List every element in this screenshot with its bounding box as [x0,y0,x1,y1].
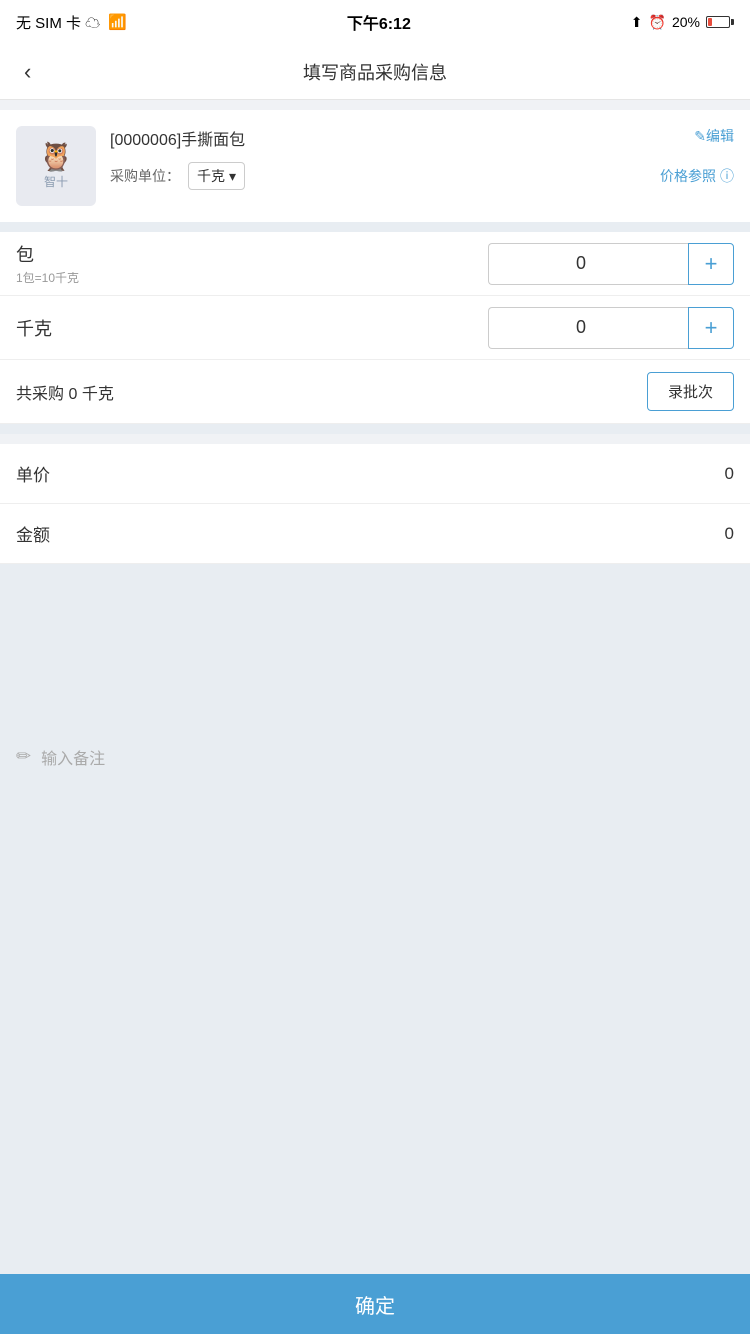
kg-input-row: 千克 + [0,296,750,360]
summary-row: 共采购 0 千克 录批次 [0,360,750,424]
kg-plus-button[interactable]: + [688,307,734,349]
bag-label: 包 1包=10千克 [16,241,136,286]
status-left: 无 SIM 卡 ☁ 📶 [16,12,127,33]
unit-label-text: 采购单位： [110,166,180,186]
kg-controls: + [488,307,734,349]
amount-label: 金额 [16,521,50,546]
unit-value: 千克 [197,166,225,186]
owl-icon: 🦉 [39,143,74,171]
price-ref-button[interactable]: 价格参照 ⓘ [660,166,734,186]
alarm-icon: ⏰ [649,14,666,31]
summary-unit: 千克 [82,386,114,403]
amount-row: 金额 0 [0,504,750,564]
wifi-icon: 📶 [108,13,127,31]
section-divider-2 [0,424,750,434]
edit-button[interactable]: ✎编辑 [694,126,734,146]
battery-icon [706,16,734,28]
product-image-inner: 🦉 智十 [39,143,74,190]
product-unit-row: 采购单位： 千克 ▾ 价格参照 ⓘ [110,162,734,190]
bag-controls: + [488,243,734,285]
kg-label-main: 千克 [16,315,136,341]
kg-label: 千克 [16,315,136,341]
chevron-down-icon: ▾ [229,168,236,185]
battery-fill [708,18,712,26]
summary-amount: 0 [68,386,81,403]
unit-select[interactable]: 千克 ▾ [188,162,245,190]
unit-price-label: 单价 [16,461,50,486]
unit-price-value: 0 [725,464,734,484]
bag-label-sub: 1包=10千克 [16,269,136,286]
unit-price-row: 单价 0 [0,444,750,504]
sim-status: 无 SIM 卡 ☁ [16,12,100,33]
info-icon: ⓘ [720,166,734,186]
product-header: [0000006]手撕面包 ✎编辑 [110,126,734,150]
product-card: 🦉 智十 [0000006]手撕面包 ✎编辑 采购单位： 千克 ▾ 价格参照 ⓘ [0,110,750,222]
batch-button[interactable]: 录批次 [647,372,734,411]
price-section: 单价 0 金额 0 [0,444,750,564]
note-placeholder: 输入备注 [41,745,105,769]
back-button[interactable]: ‹ [16,51,39,93]
nav-bar: ‹ 填写商品采购信息 [0,44,750,100]
input-section: 包 1包=10千克 + 千克 + 共采购 0 千克 录批次 [0,232,750,424]
content-spacer [0,949,750,1274]
bag-plus-button[interactable]: + [688,243,734,285]
location-icon: ⬆ [631,14,643,31]
unit-label: 采购单位： 千克 ▾ [110,162,245,190]
bag-input-row: 包 1包=10千克 + [0,232,750,296]
product-image: 🦉 智十 [16,126,96,206]
battery-body [706,16,730,28]
bag-qty-input[interactable] [488,243,688,285]
amount-value: 0 [725,524,734,544]
status-right: ⬆ ⏰ 20% [631,14,734,31]
pencil-icon: ✏ [16,746,31,767]
kg-qty-input[interactable] [488,307,688,349]
confirm-button[interactable]: 确定 [0,1274,750,1334]
page-title: 填写商品采购信息 [303,59,447,85]
product-name: [0000006]手撕面包 [110,126,245,150]
battery-percent: 20% [672,14,700,30]
summary-label: 共采购 [16,386,64,403]
note-section[interactable]: ✏ 输入备注 [0,564,750,949]
summary-text: 共采购 0 千克 [16,380,114,404]
bag-label-main: 包 [16,241,136,267]
battery-tip [731,19,734,25]
price-ref-label: 价格参照 [660,166,716,186]
status-bar: 无 SIM 卡 ☁ 📶 下午6:12 ⬆ ⏰ 20% [0,0,750,44]
product-info: [0000006]手撕面包 ✎编辑 采购单位： 千克 ▾ 价格参照 ⓘ [110,126,734,190]
status-time: 下午6:12 [347,10,411,34]
brand-label: 智十 [44,173,68,190]
section-divider-1 [0,222,750,232]
